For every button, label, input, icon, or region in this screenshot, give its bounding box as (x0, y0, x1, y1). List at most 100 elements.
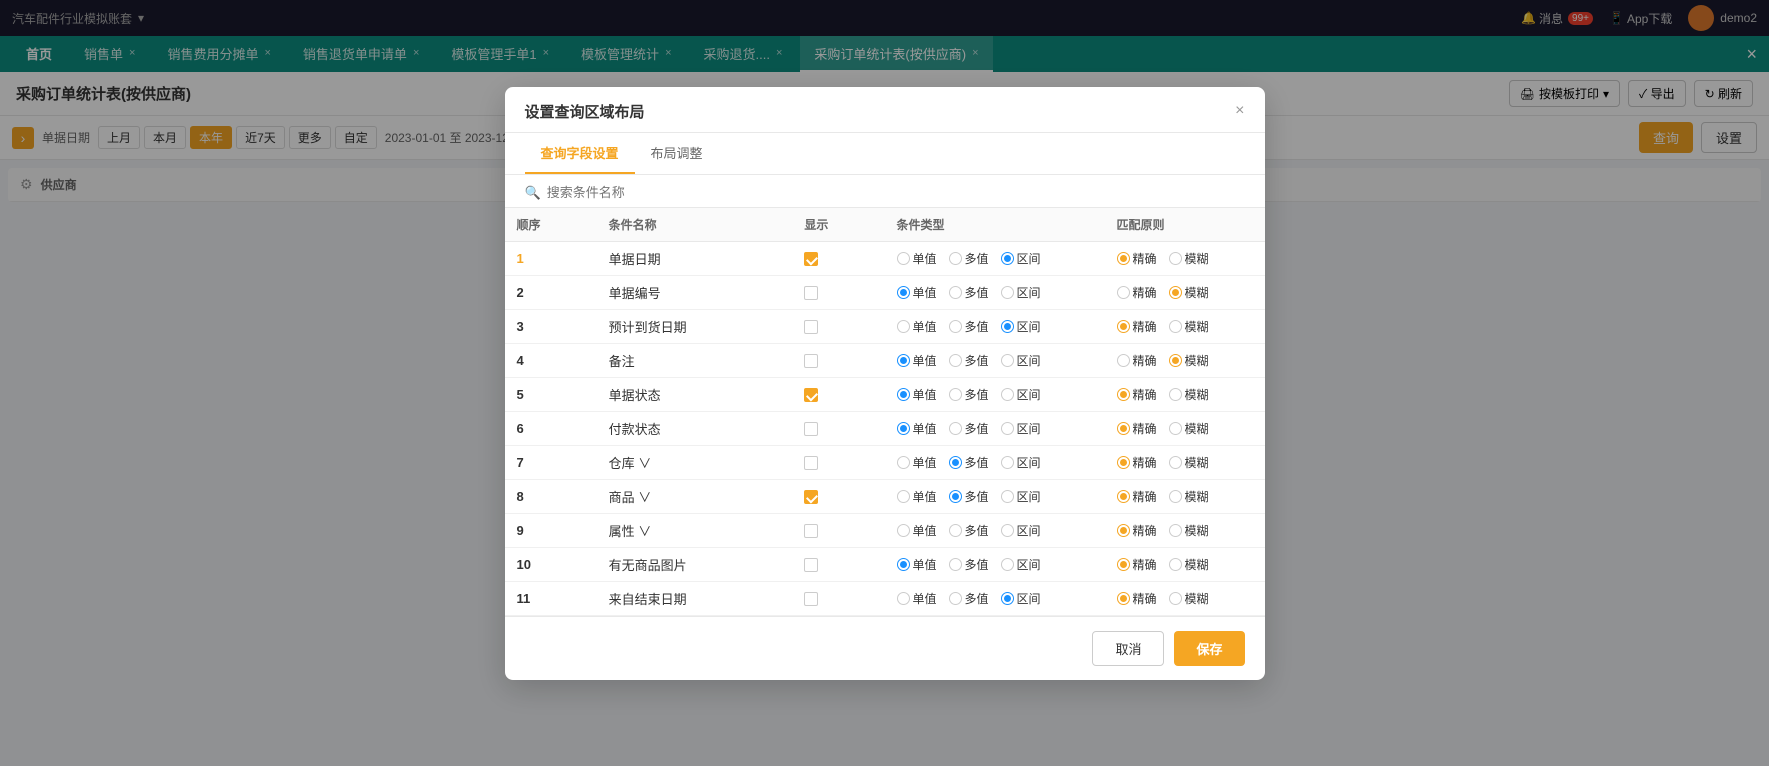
radio-type-区间[interactable]: 区间 (1001, 420, 1041, 437)
dialog-close-button[interactable]: × (1235, 102, 1244, 120)
row-number: 7 (505, 445, 597, 479)
table-row: 10有无商品图片单值多值区间精确模糊 (505, 547, 1265, 581)
condition-name: 有无商品图片 (597, 547, 793, 581)
display-checkbox[interactable] (804, 320, 818, 334)
row-number: 9 (505, 513, 597, 547)
display-checkbox[interactable] (804, 456, 818, 470)
conditions-table: 顺序 条件名称 显示 条件类型 匹配原则 1单据日期单值多值区间精确模糊2单据编… (505, 208, 1265, 616)
tab-layout-adjust[interactable]: 布局调整 (635, 133, 719, 174)
radio-type-区间[interactable]: 区间 (1001, 522, 1041, 539)
radio-type-多值[interactable]: 多值 (949, 284, 989, 301)
radio-match-模糊[interactable]: 模糊 (1169, 420, 1209, 437)
radio-match-精确[interactable]: 精确 (1117, 454, 1157, 471)
table-row: 6付款状态单值多值区间精确模糊 (505, 411, 1265, 445)
display-checkbox[interactable] (804, 558, 818, 572)
radio-match-精确[interactable]: 精确 (1117, 386, 1157, 403)
condition-type-cell: 单值多值区间 (885, 479, 1105, 513)
save-button[interactable]: 保存 (1174, 631, 1244, 666)
table-row: 11来自结束日期单值多值区间精确模糊 (505, 581, 1265, 615)
table-row: 1单据日期单值多值区间精确模糊 (505, 241, 1265, 275)
radio-type-单值[interactable]: 单值 (897, 454, 937, 471)
radio-match-精确[interactable]: 精确 (1117, 284, 1157, 301)
display-checkbox[interactable] (804, 252, 818, 266)
condition-name: 付款状态 (597, 411, 793, 445)
match-rule-cell: 精确模糊 (1105, 445, 1265, 479)
radio-match-模糊[interactable]: 模糊 (1169, 318, 1209, 335)
radio-type-单值[interactable]: 单值 (897, 420, 937, 437)
search-icon: 🔍 (525, 185, 541, 201)
radio-type-区间[interactable]: 区间 (1001, 250, 1041, 267)
display-checkbox[interactable] (804, 422, 818, 436)
radio-type-单值[interactable]: 单值 (897, 522, 937, 539)
radio-type-多值[interactable]: 多值 (949, 488, 989, 505)
radio-type-多值[interactable]: 多值 (949, 420, 989, 437)
radio-match-精确[interactable]: 精确 (1117, 488, 1157, 505)
radio-match-精确[interactable]: 精确 (1117, 556, 1157, 573)
radio-type-多值[interactable]: 多值 (949, 352, 989, 369)
display-checkbox[interactable] (804, 388, 818, 402)
radio-type-单值[interactable]: 单值 (897, 590, 937, 607)
display-checkbox[interactable] (804, 286, 818, 300)
radio-match-模糊[interactable]: 模糊 (1169, 454, 1209, 471)
radio-type-单值[interactable]: 单值 (897, 352, 937, 369)
row-number: 3 (505, 309, 597, 343)
radio-match-精确[interactable]: 精确 (1117, 590, 1157, 607)
radio-type-多值[interactable]: 多值 (949, 250, 989, 267)
radio-type-区间[interactable]: 区间 (1001, 284, 1041, 301)
radio-type-区间[interactable]: 区间 (1001, 352, 1041, 369)
condition-name: 单据日期 (597, 241, 793, 275)
radio-type-多值[interactable]: 多值 (949, 318, 989, 335)
radio-type-区间[interactable]: 区间 (1001, 318, 1041, 335)
cancel-button[interactable]: 取消 (1092, 631, 1164, 666)
radio-type-区间[interactable]: 区间 (1001, 556, 1041, 573)
radio-match-精确[interactable]: 精确 (1117, 420, 1157, 437)
display-checkbox[interactable] (804, 490, 818, 504)
row-number: 5 (505, 377, 597, 411)
radio-type-单值[interactable]: 单值 (897, 488, 937, 505)
radio-match-模糊[interactable]: 模糊 (1169, 250, 1209, 267)
display-checkbox[interactable] (804, 592, 818, 606)
radio-type-多值[interactable]: 多值 (949, 386, 989, 403)
display-checkbox-cell (792, 377, 884, 411)
radio-type-多值[interactable]: 多值 (949, 522, 989, 539)
radio-type-区间[interactable]: 区间 (1001, 590, 1041, 607)
radio-match-模糊[interactable]: 模糊 (1169, 522, 1209, 539)
condition-type-cell: 单值多值区间 (885, 411, 1105, 445)
radio-type-单值[interactable]: 单值 (897, 250, 937, 267)
row-number: 4 (505, 343, 597, 377)
radio-type-单值[interactable]: 单值 (897, 284, 937, 301)
display-checkbox-cell (792, 445, 884, 479)
table-row: 8商品 ∨单值多值区间精确模糊 (505, 479, 1265, 513)
radio-match-模糊[interactable]: 模糊 (1169, 352, 1209, 369)
radio-type-多值[interactable]: 多值 (949, 590, 989, 607)
radio-match-精确[interactable]: 精确 (1117, 250, 1157, 267)
radio-match-精确[interactable]: 精确 (1117, 522, 1157, 539)
dialog-header: 设置查询区域布局 × (505, 87, 1265, 133)
radio-type-单值[interactable]: 单值 (897, 318, 937, 335)
radio-type-区间[interactable]: 区间 (1001, 386, 1041, 403)
radio-match-精确[interactable]: 精确 (1117, 318, 1157, 335)
radio-type-单值[interactable]: 单值 (897, 556, 937, 573)
condition-name: 单据状态 (597, 377, 793, 411)
condition-type-cell: 单值多值区间 (885, 377, 1105, 411)
table-row: 2单据编号单值多值区间精确模糊 (505, 275, 1265, 309)
radio-match-模糊[interactable]: 模糊 (1169, 284, 1209, 301)
search-input[interactable] (547, 185, 1245, 200)
radio-match-模糊[interactable]: 模糊 (1169, 386, 1209, 403)
radio-match-模糊[interactable]: 模糊 (1169, 556, 1209, 573)
radio-type-区间[interactable]: 区间 (1001, 488, 1041, 505)
radio-match-模糊[interactable]: 模糊 (1169, 590, 1209, 607)
radio-match-模糊[interactable]: 模糊 (1169, 488, 1209, 505)
display-checkbox[interactable] (804, 524, 818, 538)
radio-match-精确[interactable]: 精确 (1117, 352, 1157, 369)
table-row: 3预计到货日期单值多值区间精确模糊 (505, 309, 1265, 343)
radio-type-多值[interactable]: 多值 (949, 556, 989, 573)
condition-name: 单据编号 (597, 275, 793, 309)
radio-type-区间[interactable]: 区间 (1001, 454, 1041, 471)
radio-type-多值[interactable]: 多值 (949, 454, 989, 471)
condition-type-cell: 单值多值区间 (885, 513, 1105, 547)
tab-query-fields[interactable]: 查询字段设置 (525, 133, 635, 174)
display-checkbox[interactable] (804, 354, 818, 368)
match-rule-cell: 精确模糊 (1105, 479, 1265, 513)
radio-type-单值[interactable]: 单值 (897, 386, 937, 403)
